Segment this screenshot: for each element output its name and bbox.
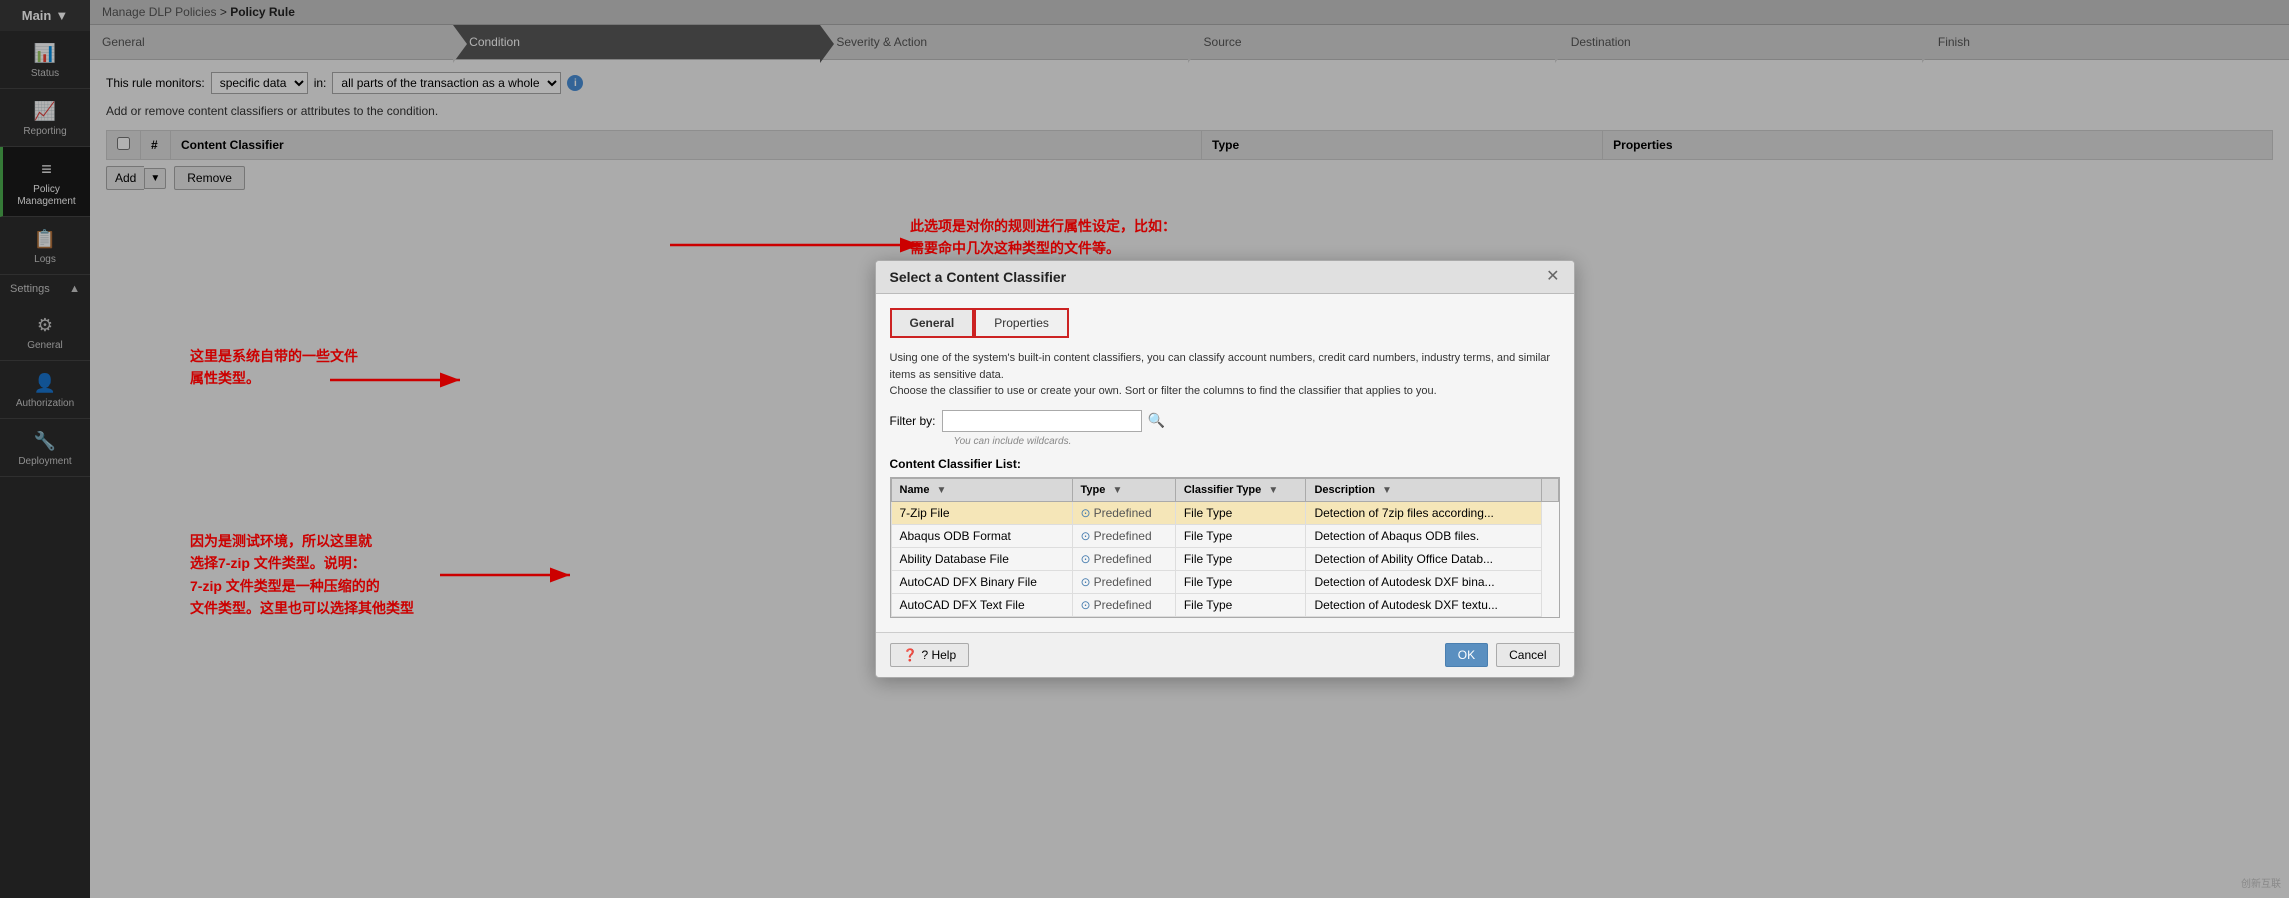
dialog-close-button[interactable]: ✕ (1546, 269, 1559, 285)
classifier-table: Name ▼ Type ▼ Classifier Type ▼ (891, 478, 1559, 617)
help-button[interactable]: ❓ ? Help (890, 643, 970, 667)
filter-input[interactable] (942, 410, 1142, 432)
scroll-col (1541, 478, 1558, 501)
predefined-icon: Predefined (1081, 598, 1152, 612)
col-type[interactable]: Type ▼ (1072, 478, 1175, 501)
cell-type: Predefined (1072, 570, 1175, 593)
dialog-overlay: Select a Content Classifier ✕ General Pr… (90, 0, 2289, 898)
col-name[interactable]: Name ▼ (891, 478, 1072, 501)
cell-type: Predefined (1072, 501, 1175, 524)
help-icon: ❓ (903, 648, 918, 662)
cell-name: 7-Zip File (891, 501, 1072, 524)
sort-name-btn[interactable]: ▼ (937, 485, 947, 496)
cell-description: Detection of 7zip files according... (1306, 501, 1541, 524)
cell-description: Detection of Abaqus ODB files. (1306, 524, 1541, 547)
predefined-icon: Predefined (1081, 506, 1152, 520)
cell-type: Predefined (1072, 547, 1175, 570)
classifier-row[interactable]: AutoCAD DFX Binary File Predefined File … (891, 570, 1558, 593)
classifier-row[interactable]: 7-Zip File Predefined File Type Detectio… (891, 501, 1558, 524)
cell-classifier-type: File Type (1175, 547, 1306, 570)
classifier-table-scroll[interactable]: Name ▼ Type ▼ Classifier Type ▼ (890, 477, 1560, 618)
ok-button[interactable]: OK (1445, 643, 1488, 667)
tab-general[interactable]: General (890, 308, 975, 338)
dialog-description: Using one of the system's built-in conte… (890, 350, 1560, 400)
dialog-title-bar: Select a Content Classifier ✕ (876, 261, 1574, 294)
predefined-icon: Predefined (1081, 552, 1152, 566)
watermark: 创新互联 (2241, 875, 2281, 890)
filter-row: Filter by: 🔍 (890, 410, 1560, 432)
dialog-tabs: General Properties (890, 308, 1560, 338)
cell-description: Detection of Autodesk DXF bina... (1306, 570, 1541, 593)
dialog: Select a Content Classifier ✕ General Pr… (875, 260, 1575, 678)
dialog-footer: ❓ ? Help OK Cancel (876, 632, 1574, 677)
sort-type-btn[interactable]: ▼ (1112, 485, 1122, 496)
col-description[interactable]: Description ▼ (1306, 478, 1541, 501)
sort-classifier-btn[interactable]: ▼ (1268, 485, 1278, 496)
classifier-row[interactable]: Ability Database File Predefined File Ty… (891, 547, 1558, 570)
cell-classifier-type: File Type (1175, 570, 1306, 593)
predefined-icon: Predefined (1081, 529, 1152, 543)
classifier-row[interactable]: Abaqus ODB Format Predefined File Type D… (891, 524, 1558, 547)
dialog-title: Select a Content Classifier (890, 269, 1067, 285)
cell-description: Detection of Ability Office Datab... (1306, 547, 1541, 570)
help-label: ? Help (921, 648, 956, 662)
main-content: Manage DLP Policies > Policy Rule Genera… (90, 0, 2289, 898)
predefined-icon: Predefined (1081, 575, 1152, 589)
classifier-row[interactable]: AutoCAD DFX Text File Predefined File Ty… (891, 593, 1558, 616)
cell-classifier-type: File Type (1175, 593, 1306, 616)
cell-description: Detection of Autodesk DXF textu... (1306, 593, 1541, 616)
page-body: This rule monitors: specific data all da… (90, 60, 2289, 898)
cell-classifier-type: File Type (1175, 524, 1306, 547)
search-icon[interactable]: 🔍 (1148, 412, 1165, 429)
cell-name: AutoCAD DFX Binary File (891, 570, 1072, 593)
sort-desc-btn[interactable]: ▼ (1382, 485, 1392, 496)
classifier-list-title: Content Classifier List: (890, 457, 1560, 471)
filter-label: Filter by: (890, 414, 936, 428)
cell-name: Ability Database File (891, 547, 1072, 570)
cell-type: Predefined (1072, 524, 1175, 547)
cell-classifier-type: File Type (1175, 501, 1306, 524)
footer-right: OK Cancel (1445, 643, 1560, 667)
cancel-button[interactable]: Cancel (1496, 643, 1559, 667)
cell-name: AutoCAD DFX Text File (891, 593, 1072, 616)
dialog-body: General Properties Using one of the syst… (876, 294, 1574, 632)
cell-name: Abaqus ODB Format (891, 524, 1072, 547)
col-classifier-type[interactable]: Classifier Type ▼ (1175, 478, 1306, 501)
tab-properties[interactable]: Properties (974, 308, 1069, 338)
filter-hint: You can include wildcards. (954, 436, 1560, 447)
cell-type: Predefined (1072, 593, 1175, 616)
